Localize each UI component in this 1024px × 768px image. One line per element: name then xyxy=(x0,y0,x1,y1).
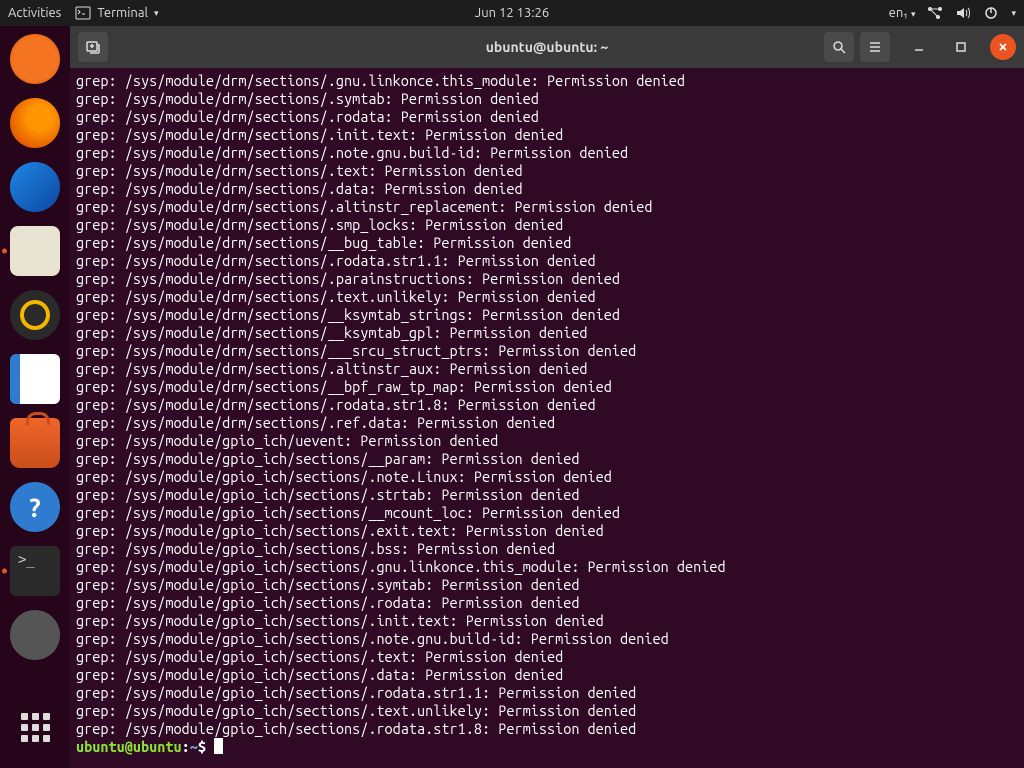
minimize-button[interactable] xyxy=(906,34,932,60)
close-button[interactable] xyxy=(990,34,1016,60)
hamburger-menu-button[interactable] xyxy=(860,32,890,62)
dock-item-terminal[interactable] xyxy=(10,546,60,596)
dock-item-show-applications[interactable] xyxy=(10,34,60,84)
search-button[interactable] xyxy=(824,32,854,62)
dock-item-firefox[interactable] xyxy=(10,98,60,148)
top-panel: Activities Terminal ▾ Jun 12 13:26 en₁ ▾… xyxy=(0,0,1024,26)
power-icon[interactable] xyxy=(983,5,999,21)
dock-item-rhythmbox[interactable] xyxy=(10,290,60,340)
network-icon[interactable] xyxy=(927,5,943,21)
dock-item-files[interactable] xyxy=(10,226,60,276)
terminal-output[interactable]: grep: /sys/module/drm/sections/.gnu.link… xyxy=(70,68,1024,768)
terminal-icon xyxy=(75,5,91,21)
dock-item-help[interactable]: ? xyxy=(10,482,60,532)
dock-item-disk[interactable] xyxy=(10,610,60,660)
clock[interactable]: Jun 12 13:26 xyxy=(475,6,549,20)
volume-icon[interactable] xyxy=(955,5,971,21)
titlebar: ubuntu@ubuntu: ~ xyxy=(70,26,1024,68)
dock-item-ubuntu-software[interactable] xyxy=(10,418,60,468)
prompt[interactable]: ubuntu@ubuntu:~$ xyxy=(76,738,214,755)
dock-item-thunderbird[interactable] xyxy=(10,162,60,212)
terminal-window: ubuntu@ubuntu: ~ grep: /sys/module/drm/s… xyxy=(70,26,1024,768)
dock-item-app-grid[interactable] xyxy=(10,702,60,752)
dock: ? xyxy=(0,26,70,768)
keyboard-layout-indicator[interactable]: en₁ ▾ xyxy=(889,6,916,20)
new-tab-button[interactable] xyxy=(78,32,108,62)
app-menu-label: Terminal xyxy=(97,6,148,20)
cursor xyxy=(214,738,223,754)
app-menu[interactable]: Terminal ▾ xyxy=(75,5,158,21)
chevron-down-icon: ▾ xyxy=(154,8,159,19)
maximize-button[interactable] xyxy=(948,34,974,60)
window-title: ubuntu@ubuntu: ~ xyxy=(486,39,609,55)
dock-item-libreoffice-writer[interactable] xyxy=(10,354,60,404)
activities-button[interactable]: Activities xyxy=(8,6,61,20)
chevron-down-icon[interactable]: ▾ xyxy=(1011,8,1016,19)
